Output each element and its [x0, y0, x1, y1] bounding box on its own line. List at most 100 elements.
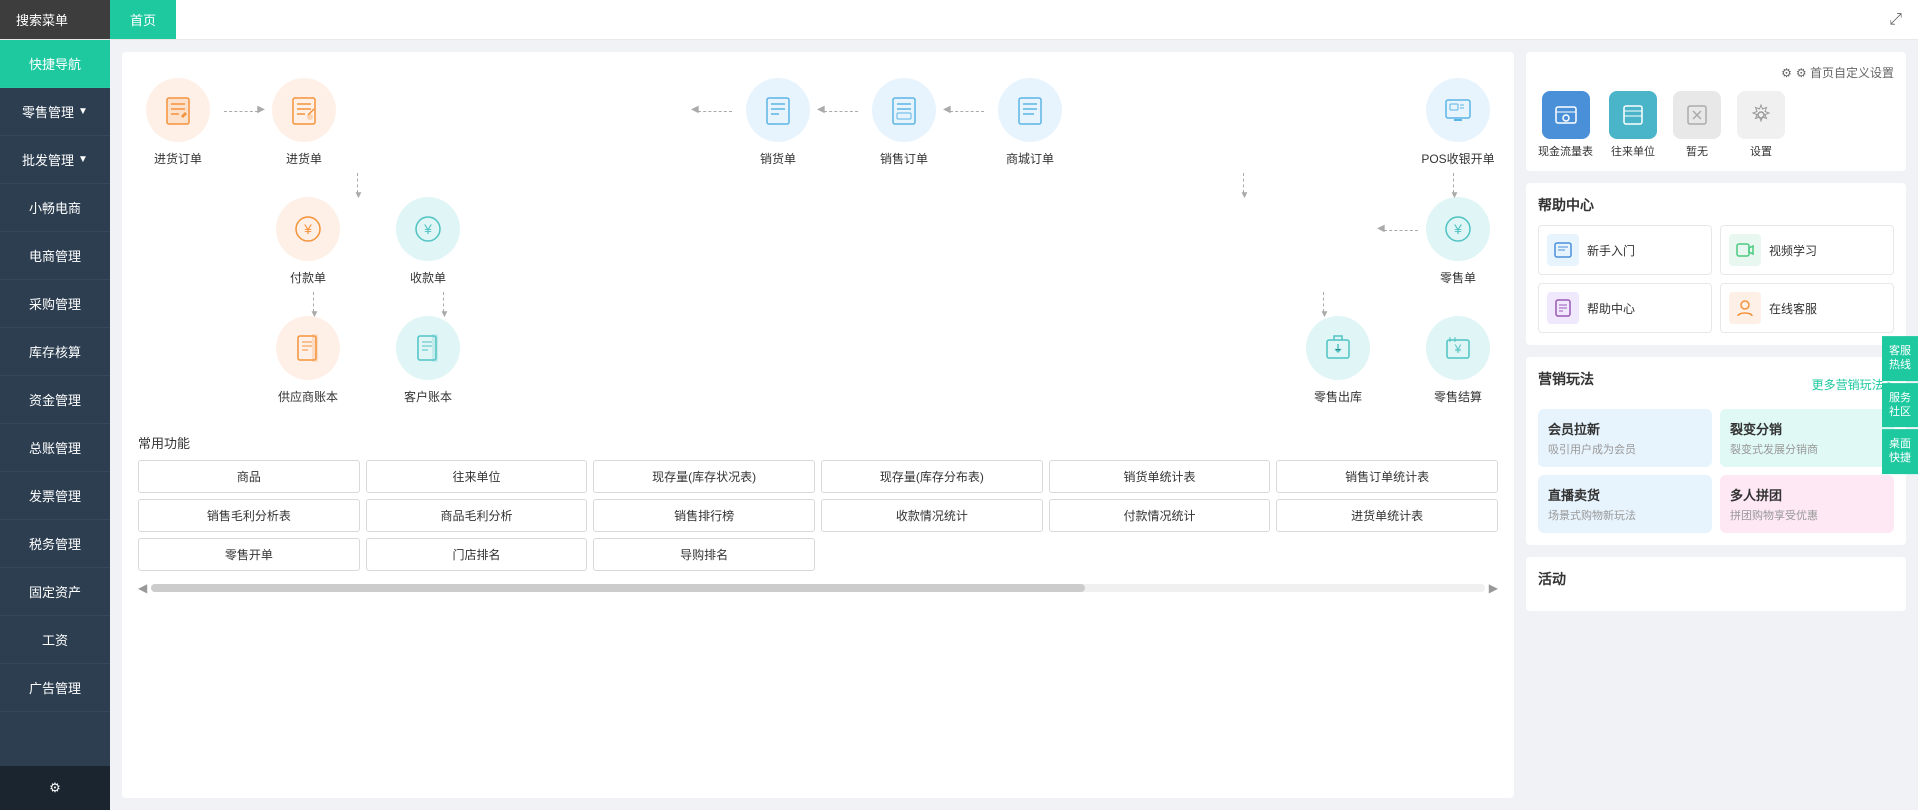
float-btn-service-hotline[interactable]: 客服热线: [1882, 336, 1918, 381]
func-btn-7[interactable]: 商品毛利分析: [366, 499, 588, 532]
pos-label: POS收银开单: [1421, 150, 1494, 167]
nav-icon-contacts[interactable]: 往来单位: [1609, 91, 1657, 159]
payment-icon: ¥: [276, 197, 340, 261]
func-btn-14[interactable]: 导购排名: [593, 538, 815, 571]
sidebar-item-purchase[interactable]: 采购管理: [0, 280, 110, 328]
sidebar-item-invoice[interactable]: 发票管理: [0, 472, 110, 520]
flow-node-retail-settle[interactable]: ¥ 零售结算: [1418, 316, 1498, 405]
marketing-item-group[interactable]: 多人拼团拼团购物享受优惠: [1720, 475, 1894, 533]
sidebar-item-assets[interactable]: 固定资产: [0, 568, 110, 616]
purchase-bill-icon: [272, 78, 336, 142]
quick-nav-icons: 现金流量表往来单位暂无设置: [1538, 91, 1894, 159]
func-btn-10[interactable]: 付款情况统计: [1049, 499, 1271, 532]
scroll-thumb: [151, 584, 1084, 592]
arrow-icon: ▼: [78, 106, 88, 117]
func-btn-3[interactable]: 现存量(库存分布表): [821, 460, 1043, 493]
func-btn-11[interactable]: 进货单统计表: [1276, 499, 1498, 532]
sidebar-item-general[interactable]: 总账管理: [0, 424, 110, 472]
top-right: ⤢: [1889, 11, 1918, 29]
scroll-right-btn[interactable]: ▶: [1489, 581, 1498, 595]
sales-bill-icon: [746, 78, 810, 142]
flow-node-purchase-bill[interactable]: 进货单: [264, 78, 344, 167]
scrollbar-row: ◀ ▶: [138, 581, 1498, 595]
arrow-3: ◀: [824, 111, 858, 134]
sidebar: 快捷导航 零售管理 ▼ 批发管理 ▼ 小畅电商 电商管理 采购管理 库存核算 资…: [0, 40, 110, 810]
marketing-grid: 会员拉新吸引用户成为会员裂变分销裂变式发展分销商直播卖货场景式购物新玩法多人拼团…: [1538, 409, 1894, 533]
func-btn-0[interactable]: 商品: [138, 460, 360, 493]
func-btn-12[interactable]: 零售开单: [138, 538, 360, 571]
flow-node-retail-out[interactable]: 零售出库: [1298, 316, 1378, 405]
sidebar-bottom: ⚙: [0, 766, 110, 810]
flow-node-mall-order[interactable]: 商城订单: [990, 78, 1070, 167]
func-btn-8[interactable]: 销售排行榜: [593, 499, 815, 532]
flow-node-receipt[interactable]: ¥ 收款单: [388, 197, 468, 286]
receipt-label: 收款单: [410, 269, 446, 286]
sidebar-item-finance[interactable]: 资金管理: [0, 376, 110, 424]
flow-node-retail-bill[interactable]: ¥ 零售单: [1418, 197, 1498, 286]
sidebar-item-more[interactable]: 广告管理: [0, 664, 110, 712]
marketing-item-live[interactable]: 直播卖货场景式购物新玩法: [1538, 475, 1712, 533]
scroll-track[interactable]: [151, 584, 1485, 592]
nav-icon-settings[interactable]: 设置: [1737, 91, 1785, 159]
help-item-help[interactable]: 帮助中心: [1538, 283, 1712, 333]
activity-title: 活动: [1538, 569, 1894, 589]
flow-v-arrows-1: ▼ ▼ ▼: [138, 173, 1498, 193]
sidebar-item-retail[interactable]: 零售管理 ▼: [0, 88, 110, 136]
tab-home[interactable]: 首页: [110, 0, 176, 39]
beginner-icon: [1547, 234, 1579, 266]
quick-nav-settings-label: ⚙ 首页自定义设置: [1796, 64, 1894, 81]
flow-node-sales-bill[interactable]: 销货单: [738, 78, 818, 167]
sidebar-item-tax[interactable]: 税务管理: [0, 520, 110, 568]
func-btn-9[interactable]: 收款情况统计: [821, 499, 1043, 532]
flow-node-sales-order[interactable]: 销售订单: [864, 78, 944, 167]
customer-account-label: 客户账本: [404, 388, 452, 405]
sales-order-icon: [872, 78, 936, 142]
flow-node-customer-account[interactable]: 客户账本: [388, 316, 468, 405]
flow-node-purchase-order[interactable]: 进货订单: [138, 78, 218, 167]
flow-node-pos[interactable]: POS收银开单: [1418, 78, 1498, 167]
expand-icon[interactable]: ⤢: [1889, 11, 1902, 29]
sales-order-label: 销售订单: [880, 150, 928, 167]
sidebar-settings-btn[interactable]: ⚙: [0, 766, 110, 810]
retail-out-label: 零售出库: [1314, 388, 1362, 405]
payment-label: 付款单: [290, 269, 326, 286]
func-btn-2[interactable]: 现存量(库存状况表): [593, 460, 815, 493]
help-grid: 新手入门视频学习帮助中心在线客服: [1538, 225, 1894, 333]
receipt-icon: ¥: [396, 197, 460, 261]
help-item-beginner[interactable]: 新手入门: [1538, 225, 1712, 275]
retail-settle-label: 零售结算: [1434, 388, 1482, 405]
sidebar-item-xiaochange[interactable]: 小畅电商: [0, 184, 110, 232]
func-btn-1[interactable]: 往来单位: [366, 460, 588, 493]
quick-nav-header[interactable]: ⚙ ⚙ 首页自定义设置: [1538, 64, 1894, 81]
flow-node-payment[interactable]: ¥ 付款单: [268, 197, 348, 286]
func-btn-6[interactable]: 销售毛利分析表: [138, 499, 360, 532]
nav-icon-none[interactable]: 暂无: [1673, 91, 1721, 159]
sidebar-item-quick-nav[interactable]: 快捷导航: [0, 40, 110, 88]
search-menu[interactable]: 搜索菜单: [0, 0, 110, 39]
flow-row-3: 供应商账本 客户账本: [138, 316, 1498, 405]
scroll-left-btn[interactable]: ◀: [138, 581, 147, 595]
purchase-bill-label: 进货单: [286, 150, 322, 167]
sidebar-item-wholesale[interactable]: 批发管理 ▼: [0, 136, 110, 184]
float-buttons: 客服热线 服务社区 桌面快捷: [1882, 336, 1918, 474]
common-func-title: 常用功能: [138, 433, 1498, 452]
nav-icon-cash-flow[interactable]: 现金流量表: [1538, 91, 1593, 159]
float-btn-desktop-shortcut[interactable]: 桌面快捷: [1882, 429, 1918, 474]
float-btn-service-community[interactable]: 服务社区: [1882, 383, 1918, 428]
marketing-item-member[interactable]: 会员拉新吸引用户成为会员: [1538, 409, 1712, 467]
customer-account-icon: [396, 316, 460, 380]
pos-icon: [1426, 78, 1490, 142]
sidebar-item-salary[interactable]: 工资: [0, 616, 110, 664]
sidebar-item-ecommerce[interactable]: 电商管理: [0, 232, 110, 280]
help-item-service[interactable]: 在线客服: [1720, 283, 1894, 333]
arrow-icon: ▼: [78, 154, 88, 165]
marketing-item-fission[interactable]: 裂变分销裂变式发展分销商: [1720, 409, 1894, 467]
sidebar-item-inventory[interactable]: 库存核算: [0, 328, 110, 376]
flow-node-supplier-account[interactable]: 供应商账本: [268, 316, 348, 405]
activity-panel: 活动: [1526, 557, 1906, 611]
func-btn-13[interactable]: 门店排名: [366, 538, 588, 571]
func-btn-5[interactable]: 销售订单统计表: [1276, 460, 1498, 493]
retail-bill-icon: ¥: [1426, 197, 1490, 261]
func-btn-4[interactable]: 销货单统计表: [1049, 460, 1271, 493]
help-item-video[interactable]: 视频学习: [1720, 225, 1894, 275]
